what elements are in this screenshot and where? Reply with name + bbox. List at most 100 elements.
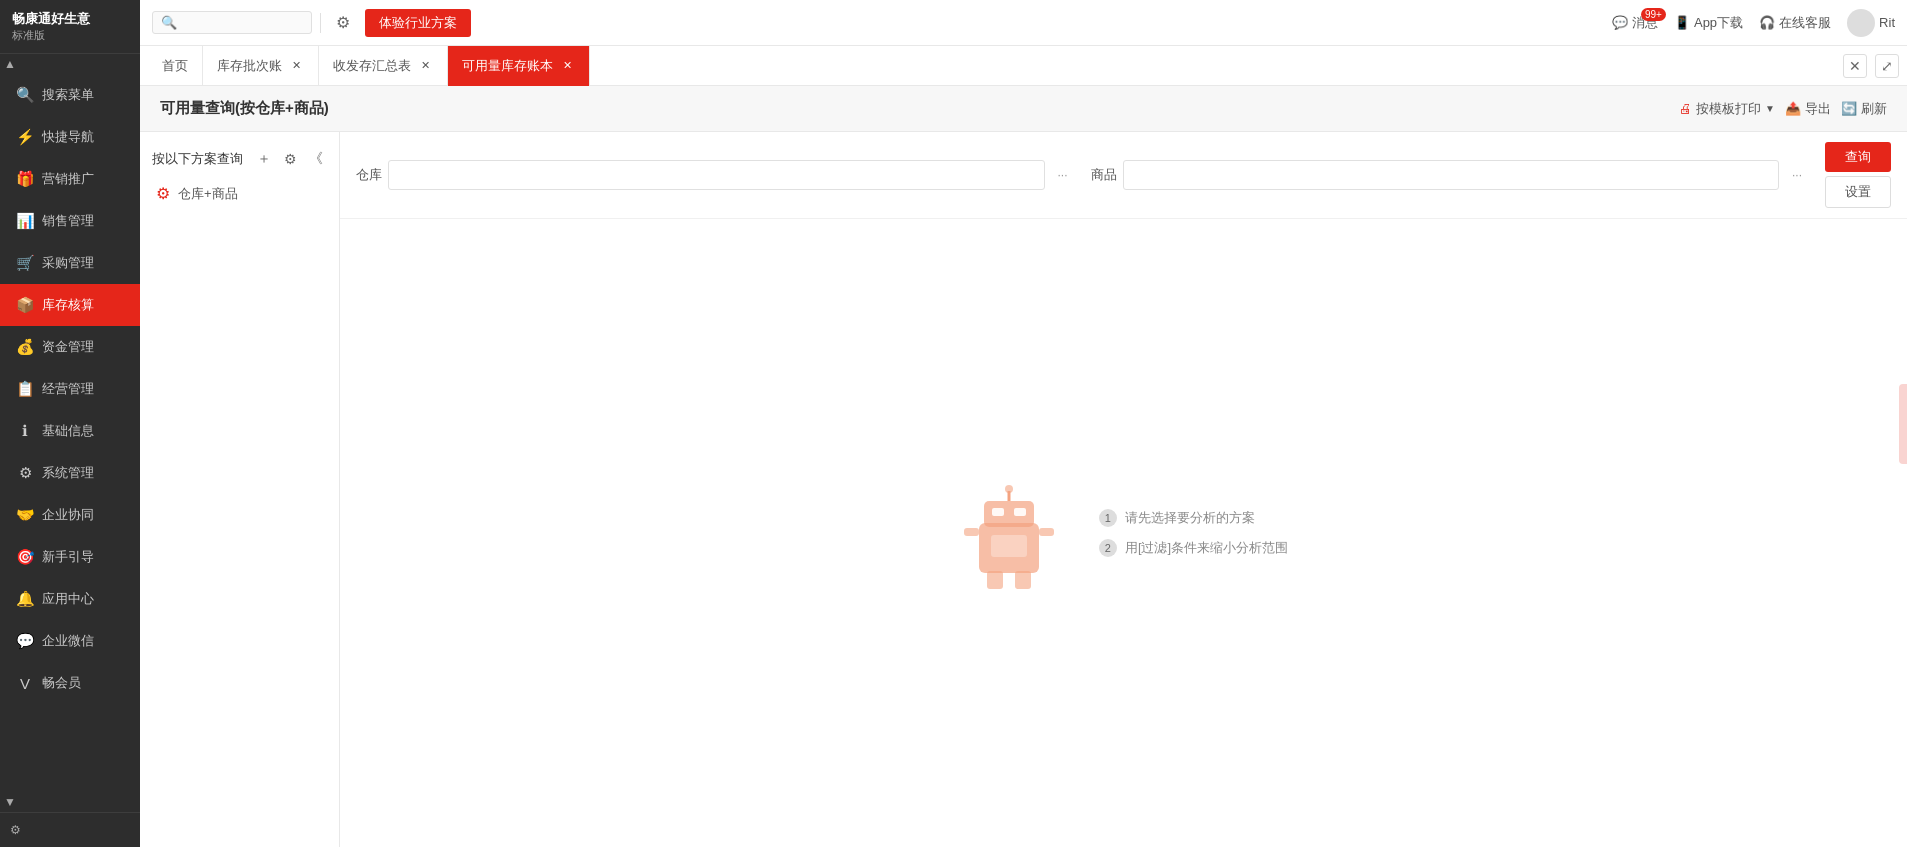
sidebar-label-11: 新手引导	[42, 548, 94, 566]
sidebar-scroll-up[interactable]: ▲	[0, 54, 20, 74]
svg-rect-1	[984, 501, 1034, 527]
tab-1[interactable]: 库存批次账✕	[203, 46, 319, 86]
sidebar-item-搜索菜单[interactable]: 🔍搜索菜单	[0, 74, 140, 116]
add-schema-button[interactable]: ＋	[253, 148, 275, 170]
hint-number-1: 1	[1099, 509, 1117, 527]
sidebar-item-资金管理[interactable]: 💰 资金管理	[0, 326, 140, 368]
app-download-button[interactable]: 📱 App下载	[1674, 14, 1743, 32]
header-gear-button[interactable]: ⚙	[329, 9, 357, 37]
sidebar-logo: 畅康通好生意 标准版	[0, 0, 140, 54]
sidebar-logo-sub: 标准版	[12, 28, 128, 43]
sidebar-icon-6: 💰	[16, 338, 34, 356]
service-label: 在线客服	[1779, 14, 1831, 32]
sidebar-label-12: 应用中心	[42, 590, 94, 608]
sidebar-label-0: 搜索菜单	[42, 86, 94, 104]
sidebar-scroll-down[interactable]: ▼	[0, 792, 20, 812]
refresh-icon: 🔄	[1841, 101, 1857, 116]
sidebar-label-5: 库存核算	[42, 296, 94, 314]
schema-item-label: 仓库+商品	[178, 185, 238, 203]
tab-close-2[interactable]: ✕	[417, 58, 433, 74]
collapse-panel-button[interactable]: 《	[305, 148, 327, 170]
page-header: 可用量查询(按仓库+商品) 🖨 按模板打印 ▼ 📤 导出 🔄 刷新	[140, 86, 1907, 132]
tab-3[interactable]: 可用量库存账本 ✕	[448, 46, 590, 86]
sidebar-logo-title: 畅康通好生意	[12, 10, 128, 28]
user-profile-button[interactable]: Rit	[1847, 9, 1895, 37]
header-divider	[320, 13, 321, 33]
tab-2[interactable]: 收发存汇总表✕	[319, 46, 448, 86]
tab-0[interactable]: 首页	[148, 46, 203, 86]
export-label: 导出	[1805, 100, 1831, 118]
search-icon: 🔍	[161, 15, 177, 30]
product-filter-field: 商品 ···	[1091, 160, 1810, 190]
app-download-label: App下载	[1694, 14, 1743, 32]
empty-state: 1 请先选择要分析的方案 2 用[过滤]条件来缩小分析范围	[340, 219, 1907, 847]
service-icon: 🎧	[1759, 15, 1775, 30]
hint-number-2: 2	[1099, 539, 1117, 557]
sidebar-icon-5: 📦	[16, 296, 34, 314]
svg-rect-7	[1039, 528, 1054, 536]
sidebar-item-应用中心[interactable]: 🔔 应用中心	[0, 578, 140, 620]
message-badge: 99+	[1641, 8, 1666, 21]
product-more-button[interactable]: ···	[1785, 163, 1809, 187]
empty-hints: 1 请先选择要分析的方案 2 用[过滤]条件来缩小分析范围	[1099, 509, 1288, 557]
trial-industry-button[interactable]: 体验行业方案	[365, 9, 471, 37]
sidebar-label-9: 系统管理	[42, 464, 94, 482]
sidebar-label-8: 基础信息	[42, 422, 94, 440]
content-area: 按以下方案查询 ＋ ⚙ 《 ⚙ 仓库+商品 仓库	[140, 132, 1907, 847]
tab-close-3[interactable]: ✕	[559, 58, 575, 74]
online-service-button[interactable]: 🎧 在线客服	[1759, 14, 1831, 32]
sidebar-icon-12: 🔔	[16, 590, 34, 608]
sidebar-item-企业微信[interactable]: 💬企业微信	[0, 620, 140, 662]
sidebar: 畅康通好生意 标准版 ▲ 🔍搜索菜单⚡快捷导航🎁营销推广📊销售管理🛒采购管理 📦 库…	[0, 0, 140, 847]
warehouse-input[interactable]	[388, 160, 1045, 190]
side-scroll-indicator	[1899, 384, 1907, 464]
page-actions: 🖨 按模板打印 ▼ 📤 导出 🔄 刷新	[1679, 100, 1887, 118]
query-button[interactable]: 查询	[1825, 142, 1891, 172]
sidebar-item-库存核算[interactable]: 📦 库存核算	[0, 284, 140, 326]
refresh-button[interactable]: 🔄 刷新	[1841, 100, 1887, 118]
sidebar-label-6: 资金管理	[42, 338, 94, 356]
sidebar-icon-2: 🎁	[16, 170, 34, 188]
svg-point-5	[1005, 485, 1013, 493]
sidebar-label-14: 畅会员	[42, 674, 81, 692]
tab-label-3: 可用量库存账本	[462, 57, 553, 75]
sidebar-label-7: 经营管理	[42, 380, 94, 398]
sidebar-icon-14: V	[16, 674, 34, 692]
svg-rect-10	[991, 535, 1027, 557]
sidebar-item-销售管理[interactable]: 📊销售管理	[0, 200, 140, 242]
sidebar-icon-11: 🎯	[16, 548, 34, 566]
schema-item-icon: ⚙	[156, 184, 170, 203]
action-buttons: 查询 设置	[1825, 142, 1891, 208]
sidebar-item-经营管理[interactable]: 📋 经营管理	[0, 368, 140, 410]
sidebar-icon-7: 📋	[16, 380, 34, 398]
sidebar-item-系统管理[interactable]: ⚙系统管理	[0, 452, 140, 494]
header-search-input[interactable]	[181, 16, 301, 30]
sidebar-item-采购管理[interactable]: 🛒采购管理	[0, 242, 140, 284]
tab-close-1[interactable]: ✕	[288, 58, 304, 74]
sidebar-icon-3: 📊	[16, 212, 34, 230]
warehouse-more-button[interactable]: ···	[1051, 163, 1075, 187]
sidebar-item-新手引导[interactable]: 🎯 新手引导	[0, 536, 140, 578]
refresh-label: 刷新	[1861, 100, 1887, 118]
sidebar-item-企业协同[interactable]: 🤝企业协同	[0, 494, 140, 536]
sidebar-item-基础信息[interactable]: ℹ 基础信息	[0, 410, 140, 452]
message-button[interactable]: 💬 消息 99+	[1612, 14, 1658, 32]
sidebar-icon-8: ℹ	[16, 422, 34, 440]
sidebar-item-快捷导航[interactable]: ⚡快捷导航	[0, 116, 140, 158]
product-input[interactable]	[1123, 160, 1780, 190]
settings-schema-button[interactable]: ⚙	[279, 148, 301, 170]
sidebar-menu: 🔍搜索菜单⚡快捷导航🎁营销推广📊销售管理🛒采购管理 📦 库存核算 💰 资金管理 📋 经营管理…	[0, 74, 140, 792]
svg-rect-3	[1014, 508, 1026, 516]
settings-button[interactable]: 设置	[1825, 176, 1891, 208]
print-template-button[interactable]: 🖨 按模板打印 ▼	[1679, 100, 1775, 118]
schema-warehouse-product[interactable]: ⚙ 仓库+商品	[140, 176, 339, 211]
sidebar-item-畅会员[interactable]: V 畅会员	[0, 662, 140, 704]
right-panel: 仓库 ··· 商品 ··· 查询 设置	[340, 132, 1907, 847]
close-all-tabs-button[interactable]: ✕	[1843, 54, 1867, 78]
warehouse-label: 仓库	[356, 166, 382, 184]
sidebar-settings[interactable]: ⚙	[10, 823, 21, 837]
sidebar-icon-13: 💬	[16, 632, 34, 650]
export-button[interactable]: 📤 导出	[1785, 100, 1831, 118]
expand-tabs-button[interactable]: ⤢	[1875, 54, 1899, 78]
sidebar-item-营销推广[interactable]: 🎁营销推广	[0, 158, 140, 200]
